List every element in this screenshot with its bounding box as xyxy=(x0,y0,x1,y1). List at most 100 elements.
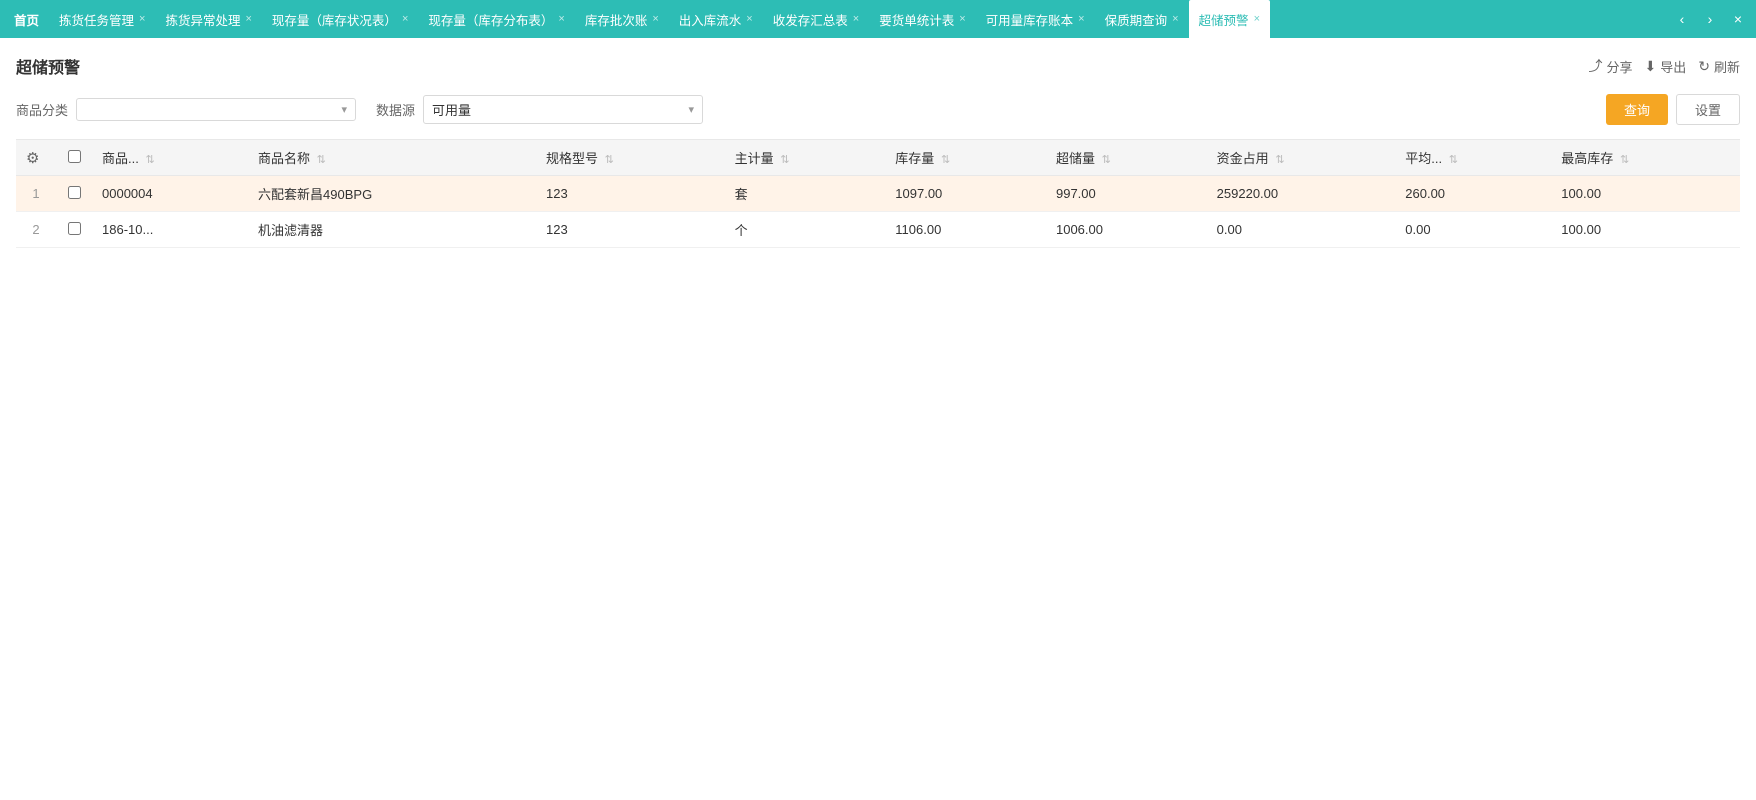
filter-bar: 商品分类 ▾ 数据源 可用量 ▾ 查询 设置 xyxy=(16,94,1740,125)
category-label: 商品分类 xyxy=(16,100,68,119)
nav-next-btn[interactable]: › xyxy=(1696,0,1724,38)
datasource-label: 数据源 xyxy=(376,100,415,119)
nav-label: 现存量（库存状况表） xyxy=(272,10,397,29)
nav-home-label: 首页 xyxy=(14,10,39,29)
nav-prev-btn[interactable]: ‹ xyxy=(1668,0,1696,38)
cell-unit: 个 xyxy=(725,212,886,248)
nav-close-icon[interactable]: × xyxy=(652,13,658,25)
nav-close-icon[interactable]: × xyxy=(1254,13,1260,25)
sort-icon: ⇅ xyxy=(941,154,950,166)
share-label: 分享 xyxy=(1606,57,1632,76)
th-product-name-label: 商品名称 xyxy=(258,151,310,166)
datasource-select[interactable]: 可用量 ▾ xyxy=(423,95,703,124)
filter-datasource: 数据源 可用量 ▾ xyxy=(376,95,703,124)
cell-avg: 0.00 xyxy=(1395,212,1551,248)
row-checkbox-cell[interactable] xyxy=(56,212,92,248)
refresh-icon: ↻ xyxy=(1698,58,1710,75)
set-button[interactable]: 设置 xyxy=(1676,94,1740,125)
th-stock[interactable]: 库存量 ⇅ xyxy=(885,140,1046,176)
datasource-dropdown-icon: ▾ xyxy=(689,103,695,116)
th-capital[interactable]: 资金占用 ⇅ xyxy=(1207,140,1396,176)
share-icon: ⤴ xyxy=(1588,56,1602,76)
th-unit-label: 主计量 xyxy=(735,151,774,166)
nav-bar: 首页 拣货任务管理 × 拣货异常处理 × 现存量（库存状况表） × 现存量（库存… xyxy=(0,0,1756,38)
th-max-stock[interactable]: 最高库存 ⇅ xyxy=(1551,140,1740,176)
table-row: 2 186-10... 机油滤清器 123 个 1106.00 1006.00 … xyxy=(16,212,1740,248)
th-product-name[interactable]: 商品名称 ⇅ xyxy=(248,140,536,176)
nav-close-icon[interactable]: × xyxy=(853,13,859,25)
th-unit[interactable]: 主计量 ⇅ xyxy=(725,140,886,176)
settings-icon[interactable]: ⚙ xyxy=(26,150,39,167)
th-stock-label: 库存量 xyxy=(895,151,934,166)
export-label: 导出 xyxy=(1660,57,1686,76)
th-product-code[interactable]: 商品... ⇅ xyxy=(92,140,248,176)
nav-close-icon[interactable]: × xyxy=(1078,13,1084,25)
refresh-button[interactable]: ↻ 刷新 xyxy=(1698,57,1740,76)
cell-stock: 1097.00 xyxy=(885,176,1046,212)
nav-close-icon[interactable]: × xyxy=(959,13,965,25)
cell-spec: 123 xyxy=(536,212,725,248)
nav-item-stock-status[interactable]: 现存量（库存状况表） × xyxy=(262,0,418,38)
cell-product-code: 0000004 xyxy=(92,176,248,212)
nav-item-home[interactable]: 首页 xyxy=(4,0,49,38)
page-title: 超储预警 xyxy=(16,54,80,78)
cell-product-name: 机油滤清器 xyxy=(248,212,536,248)
nav-label: 库存批次账 xyxy=(585,10,648,29)
row-checkbox[interactable] xyxy=(68,222,81,235)
nav-close-icon[interactable]: × xyxy=(558,13,564,25)
th-overstock[interactable]: 超储量 ⇅ xyxy=(1046,140,1207,176)
th-spec[interactable]: 规格型号 ⇅ xyxy=(536,140,725,176)
nav-item-overstock[interactable]: 超储预警 × xyxy=(1189,0,1270,38)
nav-item-pick-task[interactable]: 拣货任务管理 × xyxy=(49,0,155,38)
cell-product-name: 六配套新昌490BPG xyxy=(248,176,536,212)
th-capital-label: 资金占用 xyxy=(1217,151,1269,166)
th-avg[interactable]: 平均... ⇅ xyxy=(1395,140,1551,176)
header-actions: ⤴ 分享 ⬇ 导出 ↻ 刷新 xyxy=(1588,56,1740,76)
category-dropdown-icon: ▾ xyxy=(341,103,347,116)
nav-more-btn[interactable]: × xyxy=(1724,0,1752,38)
row-checkbox[interactable] xyxy=(68,186,81,199)
nav-item-pick-exception[interactable]: 拣货异常处理 × xyxy=(155,0,261,38)
cell-overstock: 997.00 xyxy=(1046,176,1207,212)
sort-icon: ⇅ xyxy=(1620,154,1629,166)
nav-item-shelf-life[interactable]: 保质期查询 × xyxy=(1095,0,1189,38)
cell-stock: 1106.00 xyxy=(885,212,1046,248)
nav-close-icon[interactable]: × xyxy=(746,13,752,25)
nav-item-order-stat[interactable]: 要货单统计表 × xyxy=(869,0,975,38)
nav-close-icon[interactable]: × xyxy=(139,13,145,25)
nav-item-stock-flow[interactable]: 出入库流水 × xyxy=(669,0,763,38)
th-spec-label: 规格型号 xyxy=(546,151,598,166)
export-button[interactable]: ⬇ 导出 xyxy=(1645,57,1687,76)
nav-label: 保质期查询 xyxy=(1105,10,1168,29)
th-overstock-label: 超储量 xyxy=(1056,151,1095,166)
category-select[interactable]: ▾ xyxy=(76,98,356,121)
nav-item-recv-send[interactable]: 收发存汇总表 × xyxy=(763,0,869,38)
nav-label: 可用量库存账本 xyxy=(986,10,1074,29)
row-checkbox-cell[interactable] xyxy=(56,176,92,212)
cell-spec: 123 xyxy=(536,176,725,212)
query-button[interactable]: 查询 xyxy=(1606,94,1668,125)
share-button[interactable]: ⤴ 分享 xyxy=(1588,56,1632,76)
nav-label: 收发存汇总表 xyxy=(773,10,848,29)
select-all-checkbox[interactable] xyxy=(68,150,81,163)
cell-avg: 260.00 xyxy=(1395,176,1551,212)
nav-item-avail-stock[interactable]: 可用量库存账本 × xyxy=(976,0,1095,38)
nav-item-stock-dist[interactable]: 现存量（库存分布表） × xyxy=(418,0,574,38)
row-num: 1 xyxy=(16,176,56,212)
sort-icon: ⇅ xyxy=(1449,154,1458,166)
th-max-stock-label: 最高库存 xyxy=(1561,151,1613,166)
filter-buttons: 查询 设置 xyxy=(1606,94,1740,125)
cell-max-stock: 100.00 xyxy=(1551,212,1740,248)
sort-icon: ⇅ xyxy=(317,154,326,166)
data-table: ⚙ 商品... ⇅ 商品名称 ⇅ 规格型号 ⇅ 主计量 xyxy=(16,139,1740,248)
th-checkbox xyxy=(56,140,92,176)
table-row: 1 0000004 六配套新昌490BPG 123 套 1097.00 997.… xyxy=(16,176,1740,212)
cell-capital: 259220.00 xyxy=(1207,176,1396,212)
nav-close-icon[interactable]: × xyxy=(402,13,408,25)
sort-icon: ⇅ xyxy=(1102,154,1111,166)
th-product-code-label: 商品... xyxy=(102,151,139,166)
row-num: 2 xyxy=(16,212,56,248)
nav-close-icon[interactable]: × xyxy=(245,13,251,25)
nav-item-stock-batch[interactable]: 库存批次账 × xyxy=(575,0,669,38)
nav-close-icon[interactable]: × xyxy=(1172,13,1178,25)
